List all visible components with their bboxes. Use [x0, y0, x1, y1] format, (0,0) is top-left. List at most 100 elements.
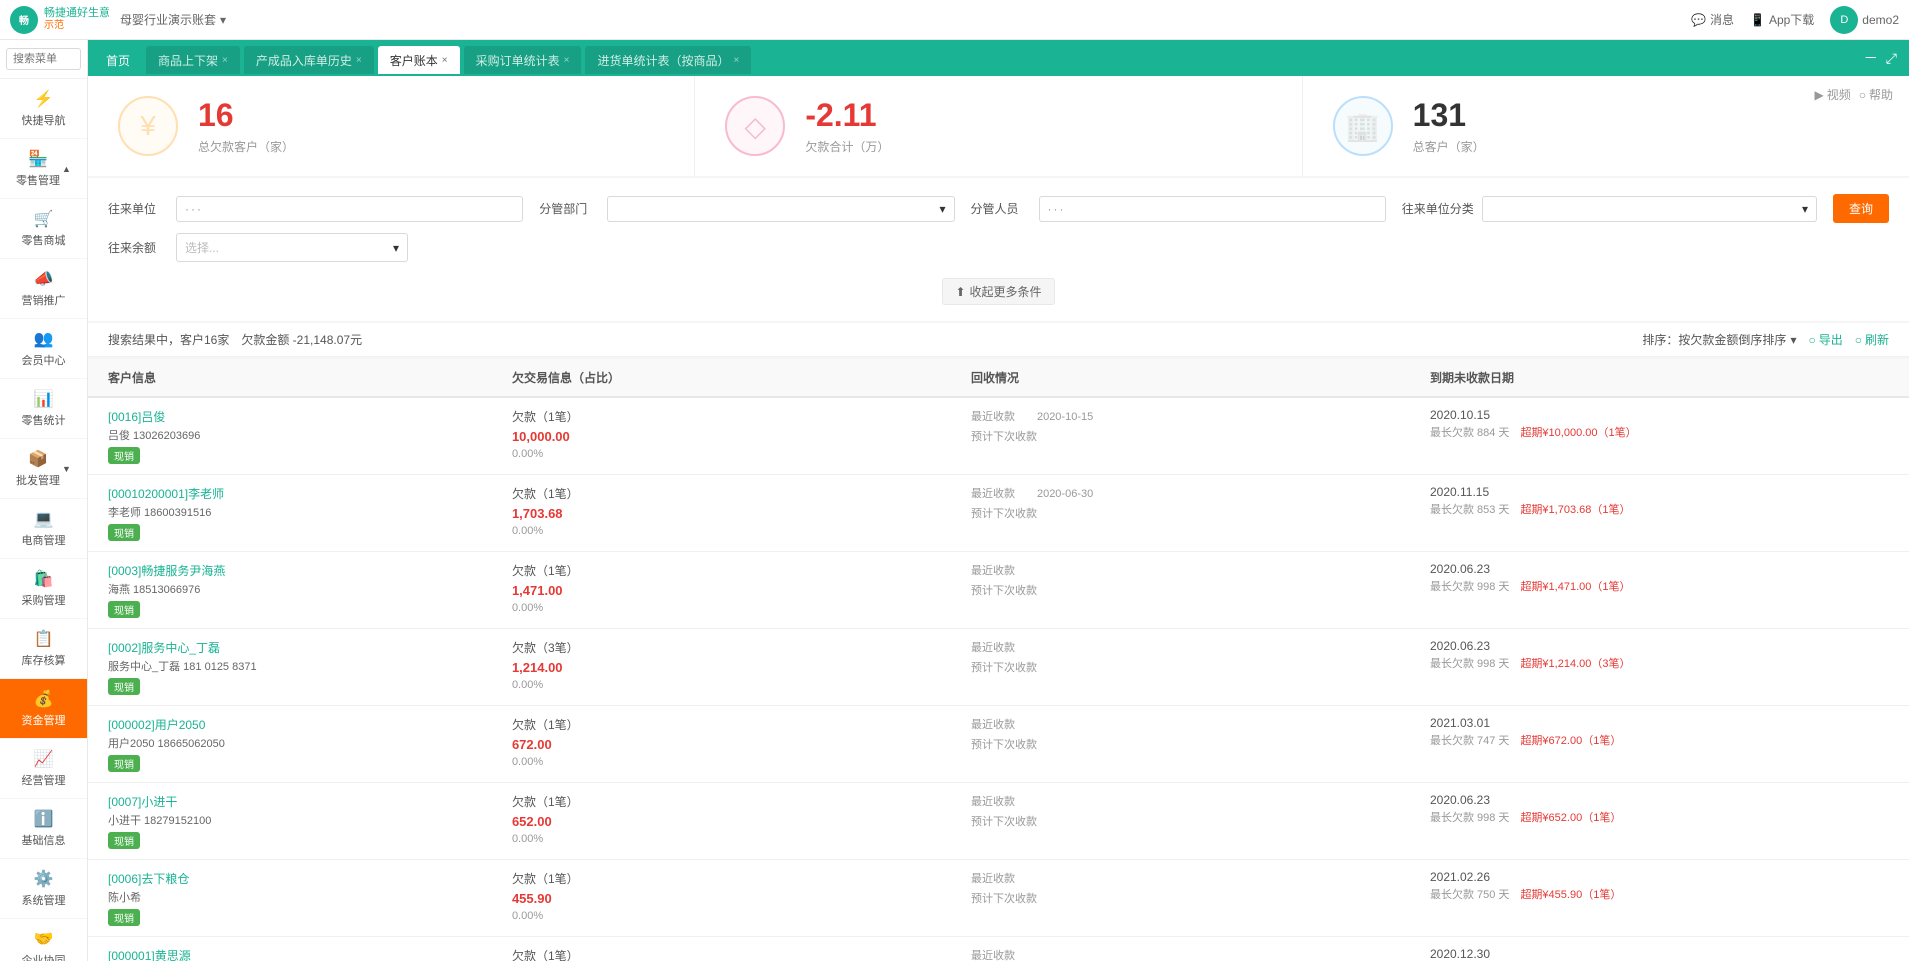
- filter-row-1: 往来单位 ··· 分管部门 ▾: [108, 194, 1889, 223]
- close-tab-purchase-order[interactable]: ×: [564, 55, 570, 66]
- overdue-link-0006[interactable]: 超期¥455.90（1笔）: [1520, 889, 1621, 901]
- source-unit-input[interactable]: ···: [176, 196, 523, 222]
- customer-name-link-000001[interactable]: [000001]黄思源: [108, 949, 191, 961]
- overdue-info-0007: 2020.06.23 最长欠款 998 天 超期¥652.00（1笔）: [1430, 793, 1889, 849]
- overdue-info-000002: 2021.03.01 最长欠款 747 天 超期¥672.00（1笔）: [1430, 716, 1889, 772]
- logo-icon: 畅: [10, 6, 38, 34]
- sidebar-item-capital[interactable]: 💰 资金管理: [0, 679, 87, 739]
- sidebar-item-batch-mgmt[interactable]: 📦 批发管理 ▼: [0, 439, 87, 499]
- overdue-link-0002[interactable]: 超期¥1,214.00（3笔）: [1520, 658, 1630, 670]
- top-bar: 畅 畅捷通好生意 示范 母婴行业演示账套 ▾ 💬 消息 📱 App下载 D de…: [0, 0, 1909, 40]
- sidebar-item-retail-mgmt[interactable]: 🏪 零售管理 ▲: [0, 139, 87, 199]
- download-icon: 📱: [1750, 13, 1765, 27]
- tab-bar: 首页 商品上下架 × 产成品入库单历史 × 客户账本 × 采购订单统计表 ×: [88, 40, 1909, 76]
- filter-btn-area: ⬆ 收起更多条件: [108, 272, 1889, 311]
- customer-tag-0003: 现销: [108, 601, 140, 618]
- sidebar-item-ops[interactable]: 📈 经营管理: [0, 739, 87, 799]
- sidebar-item-basic-info[interactable]: ℹ️ 基础信息: [0, 799, 87, 859]
- total-customers-icon: 🏢: [1333, 96, 1393, 156]
- overdue-link-0007[interactable]: 超期¥652.00（1笔）: [1520, 812, 1621, 824]
- video-help-button[interactable]: ▶ 视频: [1814, 86, 1850, 103]
- header-repay: 回收情况: [971, 369, 1430, 386]
- balance-select[interactable]: 选择... ▾: [176, 233, 408, 262]
- overdue-link-0016[interactable]: 超期¥10,000.00（1笔）: [1520, 427, 1636, 439]
- export-button[interactable]: ○ 导出: [1808, 331, 1842, 348]
- message-button[interactable]: 💬 消息: [1691, 11, 1734, 28]
- overdue-link-00010200001[interactable]: 超期¥1,703.68（1笔）: [1520, 504, 1630, 516]
- customer-name-link-000002[interactable]: [000002]用户2050: [108, 718, 205, 732]
- sidebar-item-ecom[interactable]: 💻 电商管理: [0, 499, 87, 559]
- sidebar-item-enterprise[interactable]: 🤝 企业协同: [0, 919, 87, 961]
- stat-card-total-customers: 🏢 131 总客户（家） ▶ 视频 ○ 帮助: [1303, 76, 1909, 176]
- marketing-icon: 📣: [34, 269, 54, 289]
- sidebar-search-input[interactable]: [6, 48, 81, 70]
- tab-product-history[interactable]: 产成品入库单历史 ×: [244, 46, 374, 74]
- sidebar-item-purchase[interactable]: 🛍️ 采购管理: [0, 559, 87, 619]
- sort-selector[interactable]: 排序：按欠款金额倒序排序 ▾: [1642, 331, 1796, 348]
- sidebar-item-quick-nav[interactable]: ⚡ 快捷导航: [0, 79, 87, 139]
- tab-home[interactable]: 首页: [94, 46, 142, 74]
- logo-text: 畅捷通好生意 示范: [44, 7, 110, 32]
- overdue-link-0003[interactable]: 超期¥1,471.00（1笔）: [1520, 581, 1630, 593]
- customer-name-link-0007[interactable]: [0007]小进干: [108, 795, 177, 809]
- customer-info-000001: [000001]黄思源 黄思源 13552700226 现销: [108, 947, 512, 961]
- maximize-window-icon[interactable]: ⤢: [1886, 50, 1897, 67]
- query-button[interactable]: 查询: [1833, 194, 1889, 223]
- table-row: [0016]吕俊 吕俊 13026203696 现销 欠款（1笔） 10,000…: [88, 398, 1909, 475]
- sidebar-item-member-center[interactable]: 👥 会员中心: [0, 319, 87, 379]
- store-selector[interactable]: 母婴行业演示账套 ▾: [120, 11, 226, 28]
- tab-product-shelf[interactable]: 商品上下架 ×: [146, 46, 240, 74]
- sidebar-item-inventory[interactable]: 📋 库存核算: [0, 619, 87, 679]
- retail-mgmt-icon: 🏪: [28, 149, 48, 169]
- debt-info-000002: 欠款（1笔） 672.00 0.00%: [512, 716, 971, 772]
- sidebar-item-sys[interactable]: ⚙️ 系统管理: [0, 859, 87, 919]
- table-row: [0006]去下粮仓 陈小希 现销 欠款（1笔） 455.90 0.00% 最近…: [88, 860, 1909, 937]
- customer-name-link-0003[interactable]: [0003]畅捷服务尹海燕: [108, 564, 225, 578]
- help-button[interactable]: ○ 帮助: [1859, 86, 1893, 103]
- sidebar-item-retail-shop[interactable]: 🛒 零售商城: [0, 199, 87, 259]
- debt-info-0002: 欠款（3笔） 1,214.00 0.00%: [512, 639, 971, 695]
- repay-info-0007: 最近收款 预计下次收款: [971, 793, 1430, 849]
- tab-purchase-stats[interactable]: 进货单统计表（按商品） ×: [585, 46, 751, 74]
- filter-item-balance: 往来余额 选择... ▾: [108, 233, 408, 262]
- debt-info-000001: 欠款（1笔） 429.00 0.00%: [512, 947, 971, 961]
- debt-info-00010200001: 欠款（1笔） 1,703.68 0.00%: [512, 485, 971, 541]
- unit-class-label: 往来单位分类: [1402, 200, 1474, 217]
- chevron-icon: ▲: [62, 164, 71, 174]
- overdue-link-000002[interactable]: 超期¥672.00（1笔）: [1520, 735, 1621, 747]
- sidebar-item-marketing[interactable]: 📣 营销推广: [0, 259, 87, 319]
- unit-class-select[interactable]: ▾: [1482, 196, 1817, 222]
- close-tab-product-history[interactable]: ×: [356, 55, 362, 66]
- filter-item-unit-class: 往来单位分类 ▾: [1402, 196, 1817, 222]
- tab-purchase-order[interactable]: 采购订单统计表 ×: [464, 46, 582, 74]
- repay-info-0003: 最近收款 预计下次收款: [971, 562, 1430, 618]
- customer-name-link-0016[interactable]: [0016]吕俊: [108, 410, 165, 424]
- help-icon: ○: [1859, 88, 1866, 102]
- member-center-icon: 👥: [34, 329, 54, 349]
- close-tab-product-shelf[interactable]: ×: [222, 55, 228, 66]
- tab-customer-account[interactable]: 客户账本 ×: [378, 46, 460, 74]
- user-menu-button[interactable]: D demo2: [1830, 6, 1899, 34]
- close-tab-customer-account[interactable]: ×: [442, 55, 448, 66]
- customer-name-link-0006[interactable]: [0006]去下粮仓: [108, 872, 189, 886]
- app-download-button[interactable]: 📱 App下载: [1750, 11, 1814, 28]
- sidebar-item-retail-stats[interactable]: 📊 零售统计: [0, 379, 87, 439]
- person-input[interactable]: ···: [1039, 196, 1386, 222]
- customer-tag-00010200001: 现销: [108, 524, 140, 541]
- customer-name-link-00010200001[interactable]: [00010200001]李老师: [108, 487, 224, 501]
- minimize-window-icon[interactable]: －: [1864, 48, 1878, 68]
- customer-info-0003: [0003]畅捷服务尹海燕 海燕 18513066976 现销: [108, 562, 512, 618]
- collapse-button[interactable]: ⬆ 收起更多条件: [942, 278, 1054, 305]
- purchase-icon: 🛍️: [34, 569, 54, 589]
- filter-item-source-unit: 往来单位 ···: [108, 196, 523, 222]
- customer-tag-000002: 现销: [108, 755, 140, 772]
- source-unit-label: 往来单位: [108, 200, 168, 217]
- close-tab-purchase-stats[interactable]: ×: [733, 55, 739, 66]
- table-row: [000001]黄思源 黄思源 13552700226 现销 欠款（1笔） 42…: [88, 937, 1909, 961]
- avatar: D: [1830, 6, 1858, 34]
- customer-tag-0002: 现销: [108, 678, 140, 695]
- refresh-button[interactable]: ○ 刷新: [1855, 331, 1889, 348]
- dept-select[interactable]: ▾: [607, 196, 954, 222]
- chevron-down-icon: ▾: [220, 13, 226, 27]
- customer-name-link-0002[interactable]: [0002]服务中心_丁磊: [108, 641, 220, 655]
